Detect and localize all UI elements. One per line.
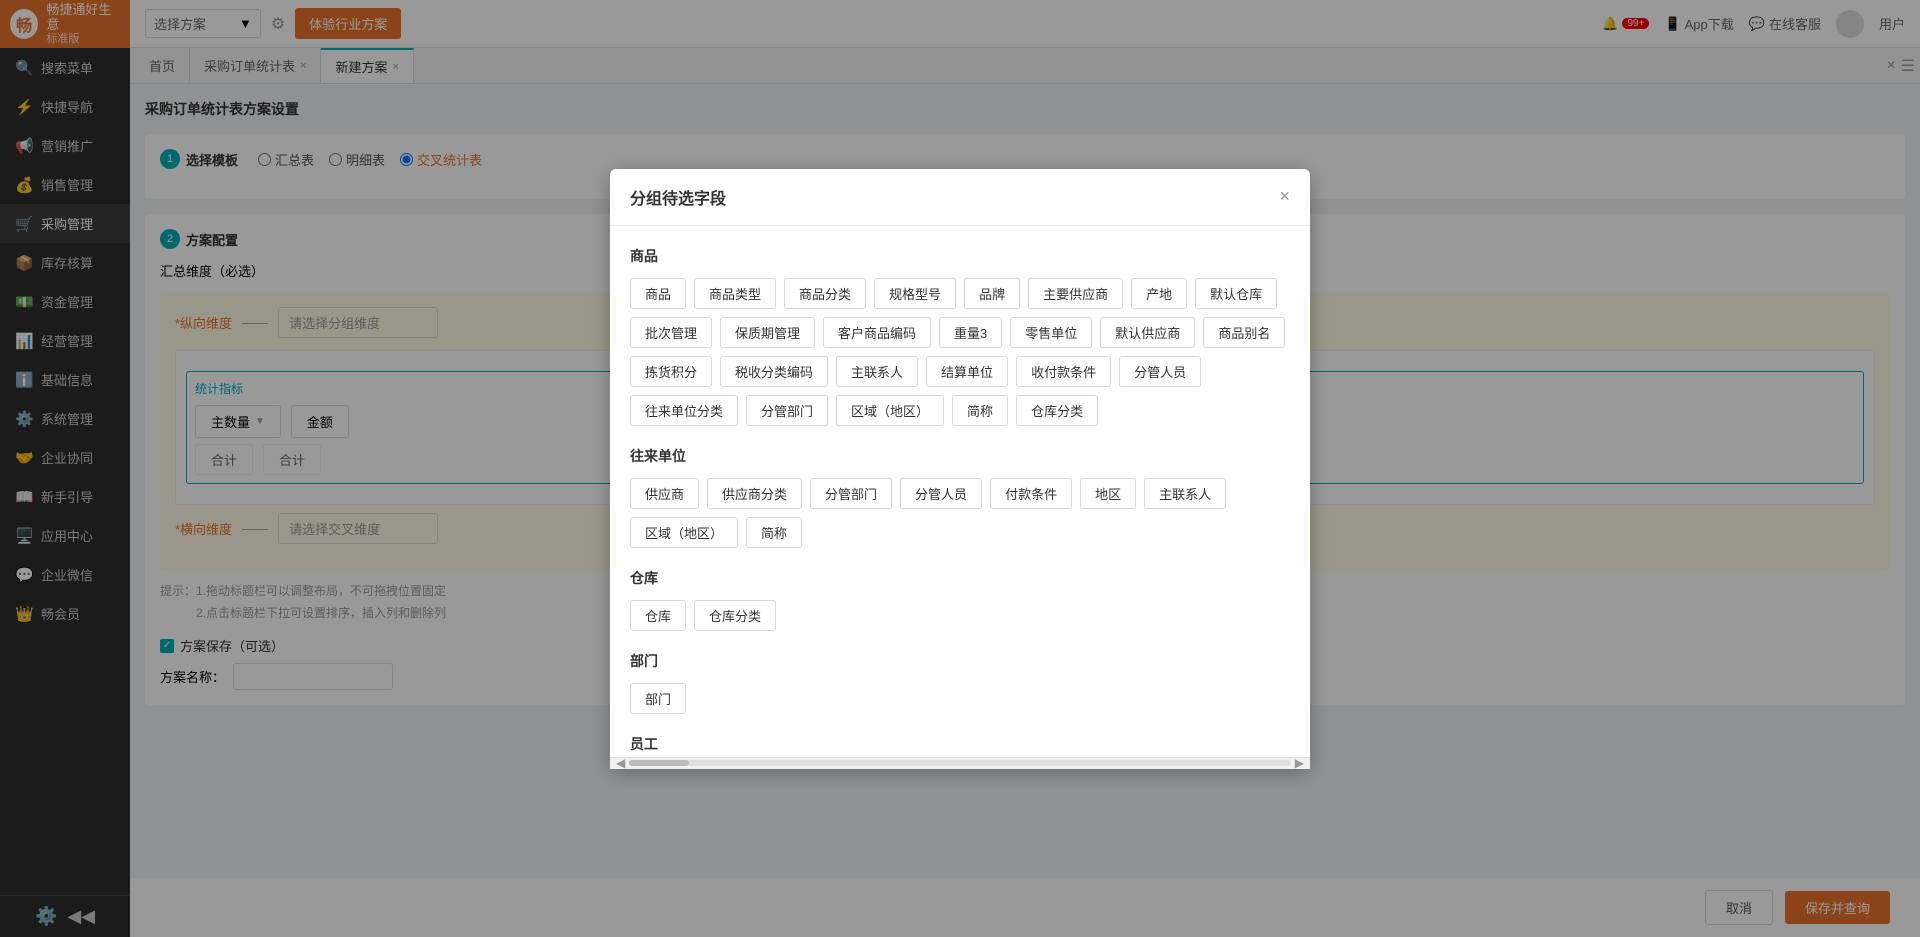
field-select-modal: 分组待选字段 × 商品 商品 商品类型 商品分类 规格型号 品牌 主要供应商 产…: [610, 169, 1310, 769]
field-dept2[interactable]: 分管部门: [810, 478, 892, 509]
modal-body: 商品 商品 商品类型 商品分类 规格型号 品牌 主要供应商 产地 默认仓库 批次…: [610, 226, 1310, 757]
section-warehouse-title: 仓库: [630, 568, 1290, 588]
field-product-category[interactable]: 商品分类: [784, 278, 866, 309]
section-department-fields: 部门: [630, 683, 1290, 714]
field-default-warehouse[interactable]: 默认仓库: [1195, 278, 1277, 309]
field-main-supplier[interactable]: 主要供应商: [1028, 278, 1123, 309]
field-area[interactable]: 地区: [1080, 478, 1136, 509]
section-department-title: 部门: [630, 651, 1290, 671]
section-employee-title: 员工: [630, 734, 1290, 754]
field-settle-unit[interactable]: 结算单位: [926, 356, 1008, 387]
field-main-contact2[interactable]: 主联系人: [1144, 478, 1226, 509]
modal-header: 分组待选字段 ×: [610, 169, 1310, 226]
modal-hscrollbar[interactable]: ◀ ▶: [610, 757, 1310, 769]
hscroll-thumb[interactable]: [629, 760, 689, 766]
modal-title: 分组待选字段: [630, 185, 726, 209]
field-retail-unit[interactable]: 零售单位: [1010, 317, 1092, 348]
field-region2[interactable]: 区域（地区）: [630, 517, 738, 548]
field-origin[interactable]: 产地: [1131, 278, 1187, 309]
hscroll-track: [629, 760, 1291, 766]
field-short-name2[interactable]: 简称: [746, 517, 802, 548]
section-product-fields: 商品 商品类型 商品分类 规格型号 品牌 主要供应商 产地 默认仓库 批次管理 …: [630, 278, 1290, 426]
field-product-type[interactable]: 商品类型: [694, 278, 776, 309]
field-batch-mgmt[interactable]: 批次管理: [630, 317, 712, 348]
field-supplier[interactable]: 供应商: [630, 478, 699, 509]
section-product-title: 商品: [630, 246, 1290, 266]
field-department[interactable]: 部门: [630, 683, 686, 714]
field-customer-code[interactable]: 客户商品编码: [823, 317, 931, 348]
field-unit-category[interactable]: 往来单位分类: [630, 395, 738, 426]
field-dept[interactable]: 分管部门: [746, 395, 828, 426]
field-default-supplier[interactable]: 默认供应商: [1100, 317, 1195, 348]
field-short-name[interactable]: 简称: [952, 395, 1008, 426]
hscroll-right-btn[interactable]: ▶: [1291, 756, 1308, 770]
modal-close-btn[interactable]: ×: [1279, 186, 1290, 207]
section-partner-title: 往来单位: [630, 446, 1290, 466]
section-warehouse: 仓库 仓库 仓库分类: [630, 568, 1290, 631]
section-warehouse-fields: 仓库 仓库分类: [630, 600, 1290, 631]
section-employee: 员工 业务员: [630, 734, 1290, 757]
field-product[interactable]: 商品: [630, 278, 686, 309]
field-brand[interactable]: 品牌: [964, 278, 1020, 309]
field-spec[interactable]: 规格型号: [874, 278, 956, 309]
hscroll-left-btn[interactable]: ◀: [612, 756, 629, 770]
section-partner-fields: 供应商 供应商分类 分管部门 分管人员 付款条件 地区 主联系人 区域（地区） …: [630, 478, 1290, 548]
field-warehouse-cat[interactable]: 仓库分类: [694, 600, 776, 631]
section-partner: 往来单位 供应商 供应商分类 分管部门 分管人员 付款条件 地区 主联系人 区域…: [630, 446, 1290, 548]
section-department: 部门 部门: [630, 651, 1290, 714]
section-product: 商品 商品 商品类型 商品分类 规格型号 品牌 主要供应商 产地 默认仓库 批次…: [630, 246, 1290, 426]
field-supervisor2[interactable]: 分管人员: [900, 478, 982, 509]
field-warehouse[interactable]: 仓库: [630, 600, 686, 631]
field-weight[interactable]: 重量3: [939, 317, 1002, 348]
field-product-alias[interactable]: 商品别名: [1203, 317, 1285, 348]
field-pay-terms[interactable]: 付款条件: [990, 478, 1072, 509]
field-payment-terms[interactable]: 收付款条件: [1016, 356, 1111, 387]
field-region[interactable]: 区域（地区）: [836, 395, 944, 426]
field-main-contact[interactable]: 主联系人: [836, 356, 918, 387]
field-pick-points[interactable]: 拣货积分: [630, 356, 712, 387]
field-tax-code[interactable]: 税收分类编码: [720, 356, 828, 387]
field-supplier-category[interactable]: 供应商分类: [707, 478, 802, 509]
field-supervisor[interactable]: 分管人员: [1119, 356, 1201, 387]
field-warehouse-category[interactable]: 仓库分类: [1016, 395, 1098, 426]
field-expiry-mgmt[interactable]: 保质期管理: [720, 317, 815, 348]
